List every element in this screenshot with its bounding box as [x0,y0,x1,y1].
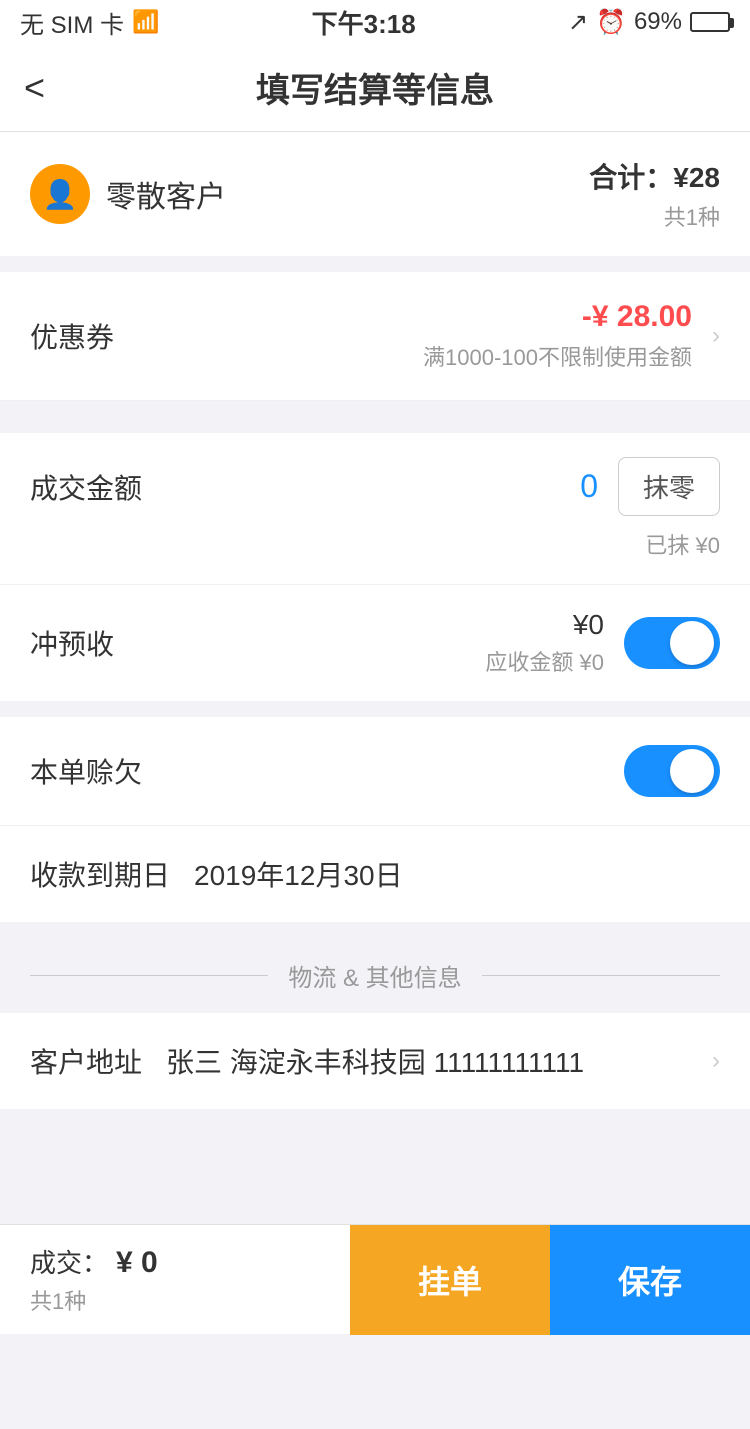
amount-top: 成交金额 0 抹零 [30,457,720,516]
battery-label: 69% [634,8,682,36]
amount-bottom: 已抹 ¥0 [30,522,720,560]
prereceive-label: 冲预收 [30,623,114,663]
section-sep-2 [0,701,750,717]
customer-row: 👤 零散客户 合计：¥28 共1种 [0,132,750,256]
address-value: 张三 海淀永丰科技园 11111111111 [166,1041,704,1081]
status-left: 无 SIM 卡 📶 [20,5,159,40]
coupon-row[interactable]: 优惠券 -¥ 28.00 满1000-100不限制使用金额 › [0,272,750,401]
header-line-right [482,975,720,976]
total-amount: 合计：¥28 [589,156,720,196]
amount-row: 成交金额 0 抹零 已抹 ¥0 [0,433,750,585]
due-value[interactable]: 2019年12月30日 [194,854,403,894]
due-label: 收款到期日 [30,854,170,894]
credit-toggle[interactable] [624,745,720,797]
prereceive-sub: 应收金额 ¥0 [485,645,604,677]
coupon-sub: 满1000-100不限制使用金额 [423,340,692,372]
prereceive-main: ¥0 [485,609,604,641]
credit-label: 本单赊欠 [30,751,142,791]
carrier-label: 无 SIM 卡 [20,5,124,40]
prereceive-toggle[interactable] [624,617,720,669]
bottom-label: 成交： [30,1243,108,1280]
bottom-amount: ¥ 0 [116,1246,158,1280]
section-sep-1 [0,417,750,433]
prereceive-amounts: ¥0 应收金额 ¥0 [485,609,604,677]
section-sep-3 [0,922,750,938]
person-icon: 👤 [43,178,78,211]
logistics-header-text: 物流 & 其他信息 [288,958,461,993]
amount-sub: 已抹 ¥0 [645,528,720,560]
logistics-section-header: 物流 & 其他信息 [0,938,750,1013]
amount-label: 成交金额 [30,467,142,507]
credit-toggle-knob [670,749,714,793]
status-bar: 无 SIM 卡 📶 下午3:18 ↗ ⏰ 69% [0,0,750,44]
alarm-icon: ⏰ [596,8,626,37]
prereceive-right: ¥0 应收金额 ¥0 [485,609,720,677]
bottom-count: 共1种 [30,1284,320,1316]
coupon-info: -¥ 28.00 满1000-100不限制使用金额 [423,300,692,372]
due-date-row: 收款到期日 2019年12月30日 [0,826,750,922]
customer-total: 合计：¥28 共1种 [589,156,720,232]
back-button[interactable]: < [24,67,45,109]
coupon-right: -¥ 28.00 满1000-100不限制使用金额 › [423,300,720,372]
total-count: 共1种 [589,200,720,232]
address-row[interactable]: 客户地址 张三 海淀永丰科技园 11111111111 › [0,1013,750,1109]
coupon-label: 优惠券 [30,316,114,356]
pending-button[interactable]: 挂单 [350,1225,550,1335]
coupon-discount: -¥ 28.00 [423,300,692,334]
battery-icon [690,12,730,32]
amount-value[interactable]: 0 [580,468,598,505]
nav-bar: < 填写结算等信息 [0,44,750,132]
round-button[interactable]: 抹零 [618,457,720,516]
credit-row: 本单赊欠 [0,717,750,826]
header-line-left [30,975,268,976]
status-right: ↗ ⏰ 69% [568,8,730,37]
status-time: 下午3:18 [312,4,416,41]
location-icon: ↗ [568,8,588,37]
save-button[interactable]: 保存 [550,1225,750,1335]
customer-name: 零散客户 [106,172,226,216]
bottom-summary: 成交： ¥ 0 共1种 [0,1243,350,1316]
amount-right: 0 抹零 [580,457,720,516]
customer-avatar: 👤 [30,164,90,224]
customer-info: 👤 零散客户 [30,164,226,224]
bottom-summary-row: 成交： ¥ 0 [30,1243,320,1280]
address-chevron-icon: › [712,1047,720,1075]
coupon-card: 优惠券 -¥ 28.00 满1000-100不限制使用金额 › [0,272,750,401]
address-label: 客户地址 [30,1041,142,1081]
bottom-bar: 成交： ¥ 0 共1种 挂单 保存 [0,1224,750,1334]
wifi-icon: 📶 [132,9,159,35]
chevron-right-icon: › [712,322,720,350]
prereceive-row: 冲预收 ¥0 应收金额 ¥0 [0,585,750,701]
page-title: 填写结算等信息 [256,63,494,112]
toggle-knob [670,621,714,665]
